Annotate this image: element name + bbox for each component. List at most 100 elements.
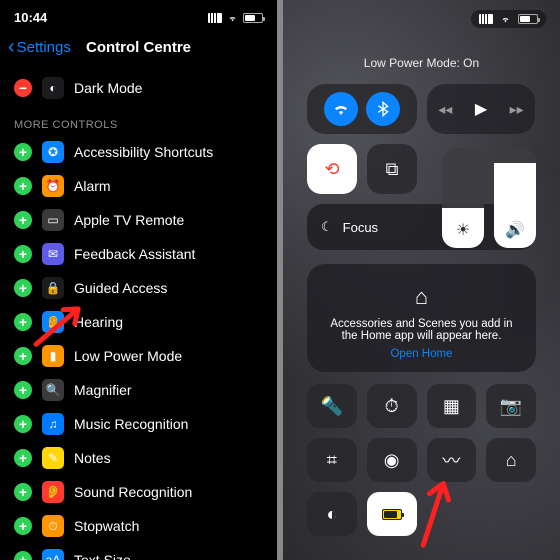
control-label: Apple TV Remote — [74, 212, 263, 228]
control-row[interactable]: + ✎ Notes — [0, 441, 277, 475]
add-button[interactable]: + — [14, 517, 32, 535]
home-button[interactable]: ⌂ — [486, 438, 536, 482]
screen-record-icon: ◉ — [384, 450, 400, 471]
control-row[interactable]: +✪Accessibility Shortcuts — [0, 135, 277, 169]
control-row[interactable]: + 🔒 Guided Access — [0, 271, 277, 305]
control-row[interactable]: +♫Music Recognition — [0, 407, 277, 441]
media-module[interactable]: ◂◂ ▶ ▸▸ — [427, 84, 535, 134]
media-play-icon[interactable]: ▶ — [475, 99, 487, 119]
add-button[interactable]: + — [14, 415, 32, 433]
dark-mode-icon: ◐ — [42, 77, 64, 99]
control-label: Hearing — [74, 314, 263, 330]
timer-icon: ⏱ — [385, 396, 399, 417]
control-row[interactable]: +🔍Magnifier — [0, 373, 277, 407]
control-row[interactable]: +👂Sound Recognition — [0, 475, 277, 509]
add-button[interactable]: + — [14, 211, 32, 229]
wifi-toggle[interactable] — [324, 92, 358, 126]
control-label: Stopwatch — [74, 518, 263, 534]
add-button[interactable]: + — [14, 449, 32, 467]
alarm-icon: ⏰ — [42, 175, 64, 197]
sound-recognition-icon: 〰 — [442, 447, 460, 473]
control-label: Text Size — [74, 552, 263, 560]
sun-icon: ☀ — [456, 220, 470, 240]
qr-scanner-button[interactable]: ⌗ — [307, 438, 357, 482]
focus-label: Focus — [343, 220, 378, 235]
control-row[interactable]: + ⏱ Stopwatch — [0, 509, 277, 543]
control-label: Alarm — [74, 178, 263, 194]
connectivity-module[interactable] — [307, 84, 417, 134]
settings-control-centre-screen: 10:44 ‹ Settings Control Centre −◐ Dark M… — [0, 0, 277, 560]
control-row[interactable]: +👂Hearing — [0, 305, 277, 339]
wifi-icon — [332, 100, 350, 118]
back-button[interactable]: ‹ Settings — [8, 37, 71, 57]
media-prev-icon[interactable]: ◂◂ — [438, 101, 452, 118]
screen-mirroring-button[interactable]: ⧉ — [367, 144, 417, 194]
screen-record-button[interactable]: ◉ — [367, 438, 417, 482]
open-home-link[interactable]: Open Home — [390, 348, 452, 360]
add-button[interactable]: + — [14, 313, 32, 331]
accessibility-icon: ✪ — [42, 141, 64, 163]
add-button[interactable]: + — [14, 177, 32, 195]
media-next-icon[interactable]: ▸▸ — [510, 101, 524, 118]
notes-icon: ✎ — [42, 447, 64, 469]
add-button[interactable]: + — [14, 245, 32, 263]
qr-scanner-icon: ⌗ — [327, 450, 337, 471]
control-label: Music Recognition — [74, 416, 263, 432]
guided-access-icon: 🔒 — [42, 277, 64, 299]
battery-icon — [243, 13, 263, 23]
control-centre-overlay: Low Power Mode: On ◂◂ ▶ ▸▸ ⟲ ⧉ — [283, 0, 560, 560]
lock-rotation-icon: ⟲ — [324, 159, 339, 180]
control-row[interactable]: + ✉ Feedback Assistant — [0, 237, 277, 271]
add-button[interactable]: + — [14, 381, 32, 399]
add-button[interactable]: + — [14, 143, 32, 161]
control-label: Sound Recognition — [74, 484, 263, 500]
control-row[interactable]: +▭Apple TV Remote — [0, 203, 277, 237]
control-label: Dark Mode — [74, 80, 263, 96]
mirroring-icon: ⧉ — [386, 159, 399, 180]
bluetooth-icon — [375, 101, 391, 117]
nav-bar: ‹ Settings Control Centre — [0, 31, 277, 67]
status-bar — [283, 0, 560, 34]
home-card-text: Accessories and Scenes you add in the Ho… — [325, 318, 518, 342]
bluetooth-toggle[interactable] — [366, 92, 400, 126]
control-row[interactable]: −◐ Dark Mode — [0, 71, 277, 105]
moon-icon: ☾ — [321, 219, 333, 235]
flashlight-icon: 🔦 — [321, 396, 343, 417]
battery-icon — [382, 509, 402, 520]
add-button[interactable]: + — [14, 347, 32, 365]
add-button[interactable]: + — [14, 279, 32, 297]
control-row[interactable]: + aA Text Size — [0, 543, 277, 560]
wifi-icon — [499, 14, 512, 24]
low-power-mode-banner: Low Power Mode: On — [307, 56, 536, 70]
timer-button[interactable]: ⏱ — [367, 384, 417, 428]
camera-button[interactable]: 📷 — [486, 384, 536, 428]
battery-icon — [518, 14, 538, 24]
remove-button[interactable]: − — [14, 79, 32, 97]
low-power-mode-button[interactable] — [367, 492, 417, 536]
cellular-icon — [208, 13, 222, 23]
home-accessories-card[interactable]: ⌂ Accessories and Scenes you add in the … — [307, 264, 536, 372]
volume-slider[interactable]: 🔊 — [494, 148, 536, 248]
controls-grid: 🔦 ⏱ ▦📷 ⌗ ◉ 〰 ⌂ ◐ — [307, 384, 536, 536]
control-label: Guided Access — [74, 280, 263, 296]
status-bar: 10:44 — [0, 0, 277, 31]
sound-recognition-button[interactable]: 〰 — [427, 438, 477, 482]
control-label: Feedback Assistant — [74, 246, 263, 262]
control-label: Notes — [74, 450, 263, 466]
home-icon: ⌂ — [325, 284, 518, 310]
orientation-lock-button[interactable]: ⟲ — [307, 144, 357, 194]
flashlight-button[interactable]: 🔦 — [307, 384, 357, 428]
add-button[interactable]: + — [14, 551, 32, 560]
cellular-icon — [479, 14, 493, 24]
text-size-icon: aA — [42, 549, 64, 560]
dark-mode-button[interactable]: ◐ — [307, 492, 357, 536]
calculator-button[interactable]: ▦ — [427, 384, 477, 428]
section-header-more: MORE CONTROLS — [0, 105, 277, 135]
control-row[interactable]: +▮Low Power Mode — [0, 339, 277, 373]
stopwatch-icon: ⏱ — [42, 515, 64, 537]
control-row[interactable]: + ⏰ Alarm — [0, 169, 277, 203]
status-indicators — [471, 10, 546, 28]
add-button[interactable]: + — [14, 483, 32, 501]
feedback-icon: ✉ — [42, 243, 64, 265]
brightness-slider[interactable]: ☀ — [442, 148, 484, 248]
